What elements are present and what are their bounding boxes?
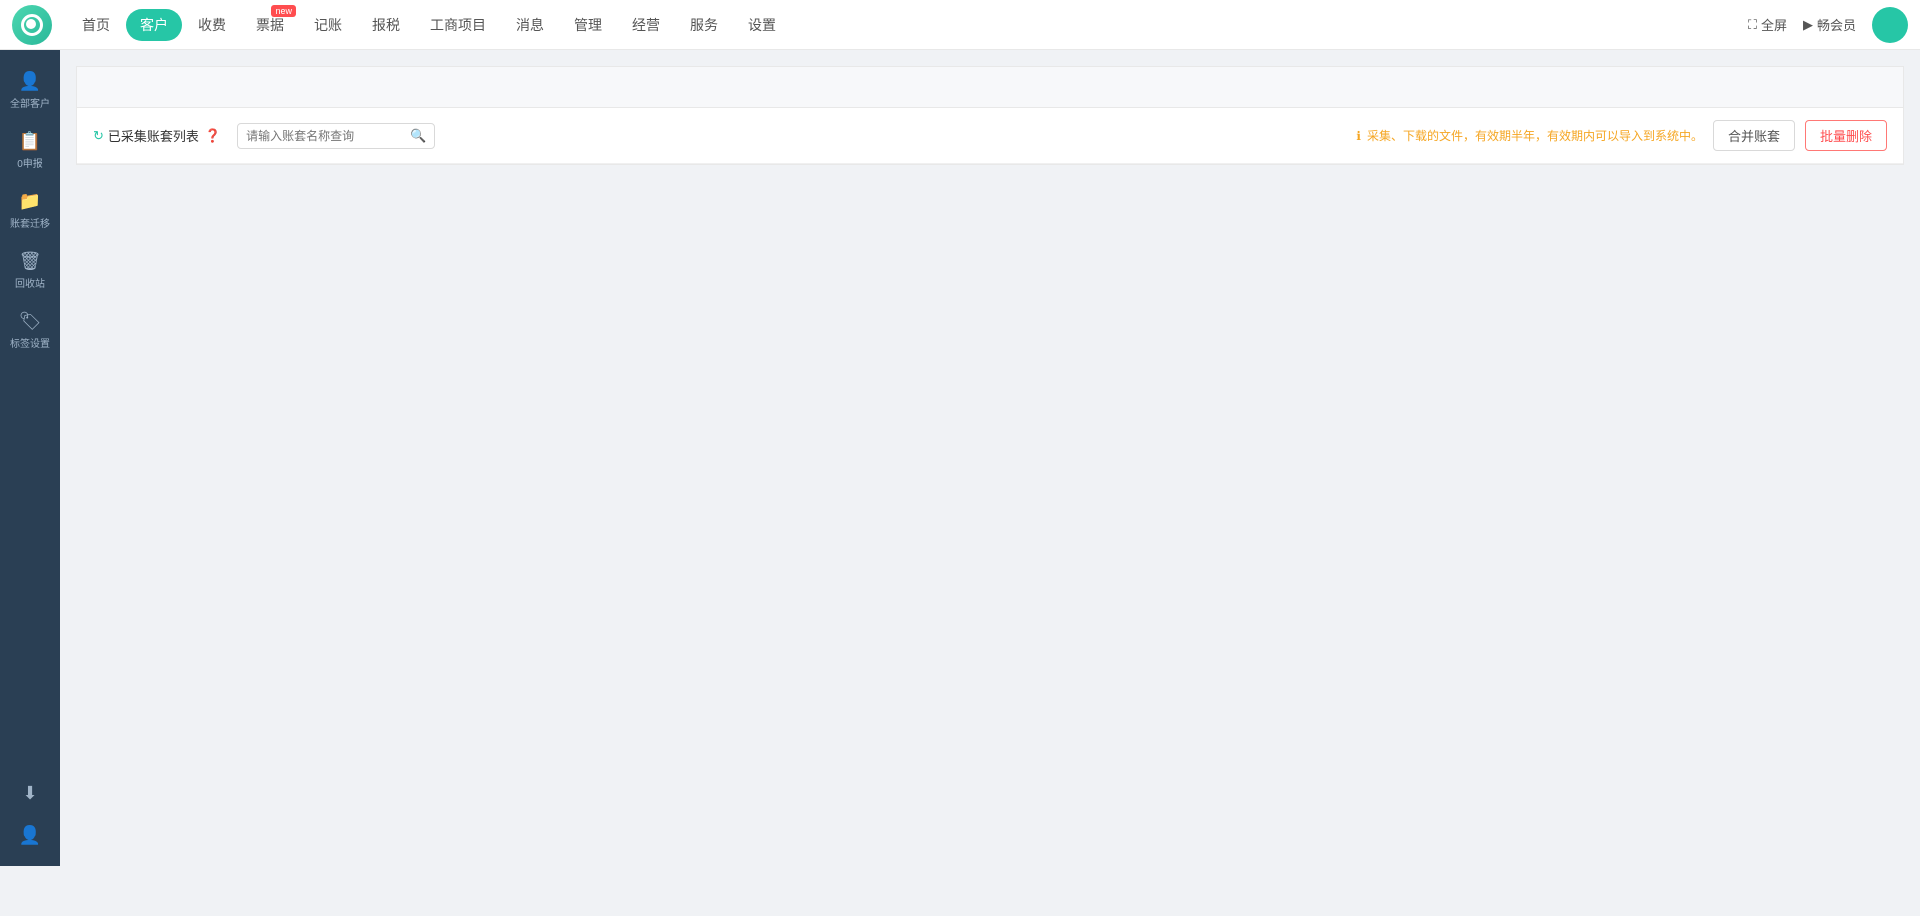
merge-button[interactable]: 合并账套 (1713, 120, 1795, 151)
download-icon: ⬇ (19, 782, 41, 804)
nav-item-设置[interactable]: 设置 (734, 9, 790, 41)
user-icon: 👤 (19, 824, 41, 846)
toolbar-title: ↻ 已采集账套列表 ❓ (93, 126, 221, 145)
top-nav: 首页客户收费票据new记账报税工商项目消息管理经营服务设置 ⛶ 全屏 ▶ 畅会员 (0, 0, 1920, 50)
member-icon: ▶ (1803, 17, 1813, 33)
sidebar-label: 标签设置 (10, 335, 50, 350)
member-label: 畅会员 (1817, 15, 1856, 34)
toolbar-right: ℹ 采集、下载的文件，有效期半年，有效期内可以导入到系统中。 合并账套 批量删除 (1356, 120, 1887, 151)
sidebar-item-标签设置[interactable]: 🏷 标签设置 (0, 300, 60, 360)
table-area: ↻ 已采集账套列表 ❓ 🔍 ℹ 采集、下载的文件，有效期半年，有效期内可以导入到… (76, 108, 1904, 165)
refresh-icon[interactable]: ↻ (93, 128, 104, 144)
sidebar-icon: 🏷 (19, 310, 41, 332)
nav-item-报税[interactable]: 报税 (358, 9, 414, 41)
sidebar-download[interactable]: ⬇ (19, 772, 41, 814)
fullscreen-btn[interactable]: ⛶ 全屏 (1748, 15, 1787, 34)
nav-item-消息[interactable]: 消息 (502, 9, 558, 41)
app-logo[interactable] (12, 5, 52, 45)
sidebar-item-回收站[interactable]: 🗑 回收站 (0, 240, 60, 300)
table-title-label: 已采集账套列表 (108, 126, 199, 145)
sidebar-label: 全部客户 (10, 95, 50, 110)
sidebar-label: 账套迁移 (10, 215, 50, 230)
nav-item-工商项目[interactable]: 工商项目 (416, 9, 500, 41)
sidebar-user[interactable]: 👤 (19, 814, 41, 856)
cards-row (76, 66, 1904, 108)
user-avatar[interactable] (1872, 7, 1908, 43)
sidebar-item-账套迁移[interactable]: 📁 账套迁移 (0, 180, 60, 240)
nav-item-经营[interactable]: 经营 (618, 9, 674, 41)
sidebar-label: 回收站 (15, 275, 45, 290)
sidebar-icon: 📁 (19, 190, 41, 212)
batch-delete-button[interactable]: 批量删除 (1805, 120, 1887, 151)
nav-item-记账[interactable]: 记账 (300, 9, 356, 41)
search-box: 🔍 (237, 123, 435, 149)
fullscreen-label: 全屏 (1761, 15, 1787, 34)
main-content: ↻ 已采集账套列表 ❓ 🔍 ℹ 采集、下载的文件，有效期半年，有效期内可以导入到… (60, 50, 1920, 866)
nav-item-首页[interactable]: 首页 (68, 9, 124, 41)
fullscreen-icon: ⛶ (1748, 17, 1757, 33)
sidebar-icon: 🗑 (19, 250, 41, 272)
hint-text: 采集、下载的文件，有效期半年，有效期内可以导入到系统中。 (1367, 127, 1703, 144)
nav-item-管理[interactable]: 管理 (560, 9, 616, 41)
main-nav: 首页客户收费票据new记账报税工商项目消息管理经营服务设置 (68, 9, 1748, 41)
info-icon: ℹ (1356, 129, 1361, 143)
nav-item-票据[interactable]: 票据new (242, 9, 298, 41)
help-icon: ❓ (205, 128, 221, 144)
sidebar-item-全部客户[interactable]: 👤 全部客户 (0, 60, 60, 120)
table-toolbar: ↻ 已采集账套列表 ❓ 🔍 ℹ 采集、下载的文件，有效期半年，有效期内可以导入到… (77, 108, 1903, 164)
nav-right: ⛶ 全屏 ▶ 畅会员 (1748, 7, 1908, 43)
search-input[interactable] (246, 129, 406, 143)
search-icon[interactable]: 🔍 (410, 128, 426, 144)
sidebar-item-0申报[interactable]: 📋 0申报 (0, 120, 60, 180)
sidebar-label: 0申报 (17, 155, 43, 170)
toolbar-hint: ℹ 采集、下载的文件，有效期半年，有效期内可以导入到系统中。 (1356, 127, 1703, 144)
sidebar-bottom: ⬇ 👤 (19, 772, 41, 866)
nav-item-收费[interactable]: 收费 (184, 9, 240, 41)
sidebar-icon: 📋 (19, 130, 41, 152)
member-btn[interactable]: ▶ 畅会员 (1803, 15, 1856, 34)
sidebar: 👤 全部客户 📋 0申报 📁 账套迁移 🗑 回收站 🏷 标签设置 ⬇ 👤 (0, 50, 60, 866)
sidebar-icon: 👤 (19, 70, 41, 92)
nav-item-服务[interactable]: 服务 (676, 9, 732, 41)
nav-item-客户[interactable]: 客户 (126, 9, 182, 41)
